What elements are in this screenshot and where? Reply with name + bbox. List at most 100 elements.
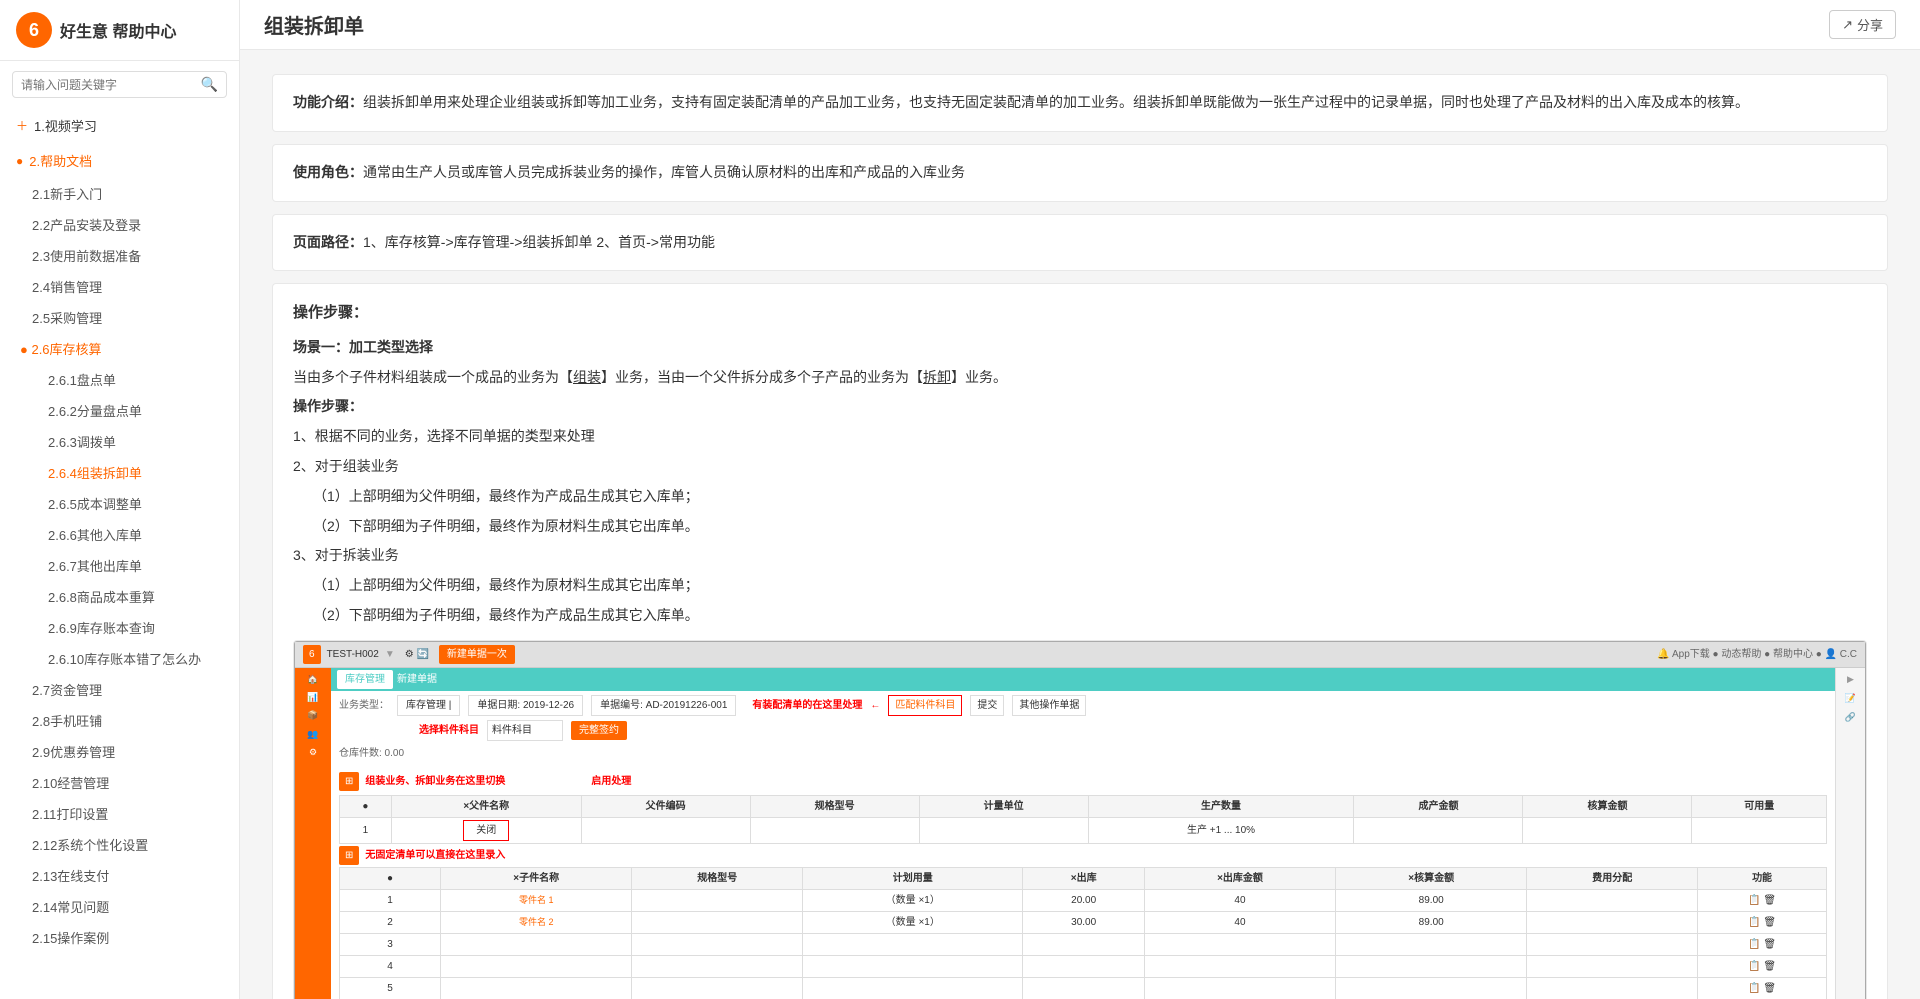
main-area: 组装拆卸单 ↗ 分享 功能介绍：组装拆卸单用来处理企业组装或拆卸等加工业务，支持…: [240, 0, 1920, 999]
ss-sub-name2: 零件名 2: [519, 917, 554, 927]
ss-lower-icon: ⊞: [339, 846, 359, 865]
expand-icon-2: ●: [16, 154, 23, 168]
sidebar-item-2-4[interactable]: 2.4销售管理: [0, 271, 239, 302]
logo-text: 好生意 帮助中心: [60, 18, 176, 42]
sidebar-item-2-2[interactable]: 2.2产品安装及登录: [0, 209, 239, 240]
ss-th-8: 可用量: [1692, 795, 1827, 817]
op-steps2-label: 操作步骤：: [293, 395, 1867, 419]
topbar: 组装拆卸单 ↗ 分享: [240, 0, 1920, 50]
ss-th-0: ●: [340, 795, 392, 817]
ss-date[interactable]: 单据日期: 2019-12-26: [468, 695, 583, 716]
step3-2: （2）下部明细为子件明细，最终作为产成品生成其它入库单。: [293, 604, 1867, 628]
sidebar-item-label-2: 2.帮助文档: [29, 151, 92, 170]
ss-lower-th-3: 计划用量: [803, 867, 1023, 889]
annotation-2: 选择料件科目: [419, 722, 479, 739]
ss-toggle-icon[interactable]: ⊞: [339, 772, 359, 791]
ss-lower-row-3: 3📋 🗑: [340, 933, 1827, 955]
role-label: 使用角色：: [293, 164, 363, 180]
ss-lower-th-7: 费用分配: [1527, 867, 1698, 889]
sidebar-item-2-13[interactable]: 2.13在线支付: [0, 860, 239, 891]
ss-order-no[interactable]: 单据编号: AD-20191226-001: [591, 695, 736, 716]
sidebar-item-2-8[interactable]: 2.8手机旺铺: [0, 705, 239, 736]
nav-list: ＋ 1.视频学习 ● 2.帮助文档 2.1新手入门 2.2产品安装及登录 2.3…: [0, 108, 239, 953]
sidebar-item-2-12[interactable]: 2.12系统个性化设置: [0, 829, 239, 860]
ss-dropdown-arrow: ▼: [385, 646, 395, 663]
sidebar-item-2-6-3[interactable]: 2.6.3调拨单: [0, 426, 239, 457]
ss-lower-th-8: 功能: [1698, 867, 1827, 889]
step3: 3、对于拆装业务: [293, 544, 1867, 568]
ss-match-btn[interactable]: 匹配料件科目: [888, 695, 962, 716]
path-label: 页面路径：: [293, 234, 363, 250]
annotation-4: 启用处理: [591, 773, 631, 790]
ss-lower-row-4: 4📋 🗑: [340, 955, 1827, 977]
ss-lower-row-1: 1 零件名 1 （数量 ×1） 20.00 40 89.00: [340, 889, 1827, 911]
ss-tab-2[interactable]: 新建单据: [397, 671, 437, 688]
intro-label: 功能介绍：: [293, 94, 363, 110]
page-title: 组装拆卸单: [264, 10, 364, 39]
ss-action-btn[interactable]: 提交: [970, 695, 1004, 716]
ss-new-order-btn[interactable]: 新建单据一次: [439, 645, 515, 664]
annotation-1: 有装配清单的在这里处理: [752, 697, 862, 714]
ss-toggle-row: ⊞ 组装业务、拆卸业务在这里切换 启用处理: [331, 770, 1835, 793]
sidebar-item-2-6-10[interactable]: 2.6.10库存账本错了怎么办: [0, 643, 239, 674]
logo-icon: 6: [16, 12, 52, 48]
sidebar-item-2-7[interactable]: 2.7资金管理: [0, 674, 239, 705]
ss-type-select[interactable]: 库存管理 |: [397, 695, 460, 716]
scene1-desc: 当由多个子件材料组装成一个成品的业务为【组装】业务，当由一个父件拆分成多个子产品…: [293, 366, 1867, 390]
ss-keji-input[interactable]: 料件科目: [487, 720, 563, 741]
sidebar-item-2[interactable]: ● 2.帮助文档 2.1新手入门 2.2产品安装及登录 2.3使用前数据准备 2…: [0, 143, 239, 953]
sidebar-item-2-9[interactable]: 2.9优惠券管理: [0, 736, 239, 767]
ss-logo: 6: [303, 645, 321, 664]
search-icon[interactable]: 🔍: [201, 76, 218, 93]
sidebar-item-2-15[interactable]: 2.15操作案例: [0, 922, 239, 953]
ss-tab-active[interactable]: 库存管理: [337, 670, 393, 689]
ss-lower-row-5: 5📋 🗑: [340, 977, 1827, 999]
ss-th-2: 父件编码: [581, 795, 750, 817]
sidebar-item-2-1[interactable]: 2.1新手入门: [0, 178, 239, 209]
sidebar-item-2-6-8[interactable]: 2.6.8商品成本重算: [0, 581, 239, 612]
ss-side-icons: 🏠📊📦👥⚙: [295, 668, 331, 999]
ss-row2: 仓库件数: 0.00: [339, 745, 1827, 762]
ss-tabbar: 库存管理 新建单据: [331, 668, 1835, 691]
intro-text: 组装拆卸单用来处理企业组装或拆卸等加工业务，支持有固定装配清单的产品加工业务，也…: [363, 94, 1749, 110]
ss-action-btn2[interactable]: 其他操作单据: [1012, 695, 1086, 716]
content-area: 功能介绍：组装拆卸单用来处理企业组装或拆卸等加工业务，支持有固定装配清单的产品加…: [240, 50, 1920, 999]
search-input[interactable]: [21, 78, 201, 92]
sidebar-item-2-6-7[interactable]: 2.6.7其他出库单: [0, 550, 239, 581]
share-button[interactable]: ↗ 分享: [1829, 10, 1896, 39]
search-box[interactable]: 🔍: [12, 71, 227, 98]
sidebar-header: 6 好生意 帮助中心: [0, 0, 239, 61]
sidebar-item-2-6-4[interactable]: 2.6.4组装拆卸单: [0, 457, 239, 488]
sidebar-item-2-11[interactable]: 2.11打印设置: [0, 798, 239, 829]
ss-lower-th-6: ×核算金额: [1336, 867, 1527, 889]
step1: 1、根据不同的业务，选择不同单据的类型来处理: [293, 425, 1867, 449]
ss-parent-item[interactable]: 关闭: [463, 820, 509, 841]
sidebar-item-2-6[interactable]: ● 2.6库存核算: [0, 333, 239, 364]
sidebar-item-2-6-5[interactable]: 2.6.5成本调整单: [0, 488, 239, 519]
sidebar-item-2-6-9[interactable]: 2.6.9库存账本查询: [0, 612, 239, 643]
sidebar-item-2-14[interactable]: 2.14常见问题: [0, 891, 239, 922]
ss-lower-th-4: ×出库: [1023, 867, 1144, 889]
expand-icon-1: ＋: [16, 117, 28, 134]
sidebar-item-2-5[interactable]: 2.5采购管理: [0, 302, 239, 333]
sidebar-item-2-6-2[interactable]: 2.6.2分量盘点单: [0, 395, 239, 426]
sidebar-item-label-1: 1.视频学习: [34, 116, 97, 135]
annotation-3: 组装业务、拆卸业务在这里切换: [365, 773, 505, 790]
ss-lower-th-0: ●: [340, 867, 441, 889]
sidebar-item-2-6-6[interactable]: 2.6.6其他入库单: [0, 519, 239, 550]
step2: 2、对于组装业务: [293, 455, 1867, 479]
sidebar-item-2-3[interactable]: 2.3使用前数据准备: [0, 240, 239, 271]
screenshot-container: 6 TEST-H002 ▼ ⚙ 🔄 新建单据一次 🔔 App下载 ● 动态帮助 …: [293, 640, 1867, 999]
ss-lower-th-1: ×子件名称: [441, 867, 632, 889]
ss-form-area: 业务类型： 库存管理 | 单据日期: 2019-12-26 单据编号: AD-2…: [331, 691, 1835, 770]
ss-confirm-btn[interactable]: 完整签约: [571, 721, 627, 740]
sidebar-item-2-10[interactable]: 2.10经营管理: [0, 767, 239, 798]
sidebar-item-1[interactable]: ＋ 1.视频学习: [0, 108, 239, 143]
ss-row-1: 1 关闭 生产 +1 ... 10%: [340, 817, 1827, 843]
sidebar: 6 好生意 帮助中心 🔍 ＋ 1.视频学习 ● 2.帮助文档 2.1新手入门 2…: [0, 0, 240, 999]
ss-sub-name1: 零件名 1: [519, 895, 554, 905]
sidebar-item-2-6-1[interactable]: 2.6.1盘点单: [0, 364, 239, 395]
ss-right-panel: ▶📝🔗: [1835, 668, 1865, 999]
ss-count-label: 仓库件数: 0.00: [339, 745, 404, 762]
annotation-5: 无固定清单可以直接在这里录入: [365, 847, 505, 864]
